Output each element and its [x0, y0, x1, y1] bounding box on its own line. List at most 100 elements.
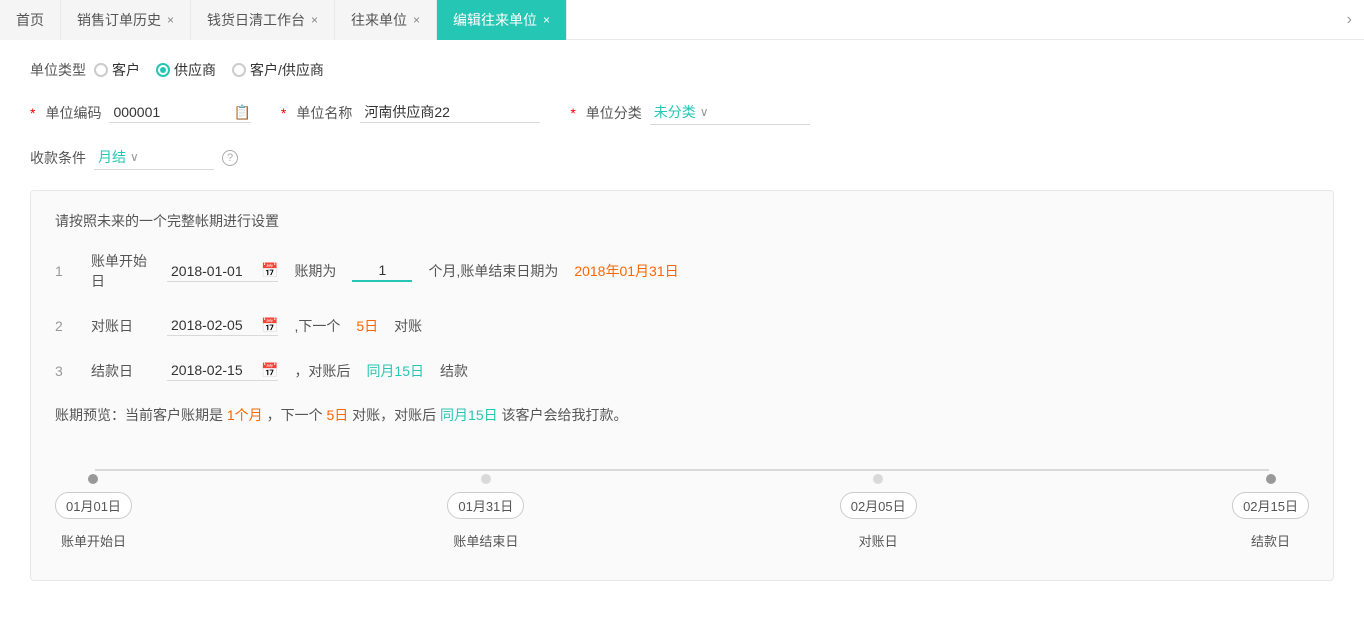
unit-name-item: * 单位名称 [281, 102, 540, 123]
step-2-calendar-icon[interactable]: 📅 [261, 317, 278, 334]
unit-code-calendar-icon[interactable]: 📋 [233, 104, 250, 121]
step-2-desc-prefix: ,下一个 [294, 316, 340, 336]
unit-cat-item: * 单位分类 未分类 ∨ [570, 100, 809, 125]
step-3-date-wrapper: 📅 [167, 360, 278, 381]
unit-code-input-wrapper: 📋 [109, 102, 250, 123]
step-2-desc-highlight: 5日 [356, 316, 378, 336]
step-1-period-input[interactable] [352, 260, 412, 282]
close-sales-tab-icon[interactable]: × [167, 13, 174, 27]
preview-mid2: 对账，对账后 [352, 407, 436, 423]
step-1-calendar-icon[interactable]: 📅 [261, 262, 278, 279]
unit-type-row: 单位类型 客户 供应商 客户/供应商 [30, 60, 1334, 80]
unit-cat-star: * [570, 105, 575, 121]
timeline-label-1: 账单结束日 [453, 531, 518, 550]
help-icon[interactable]: ? [222, 150, 238, 166]
timeline-label-2: 对账日 [859, 531, 898, 550]
payment-arrow-icon: ∨ [130, 150, 139, 164]
preview-highlight2: 5日 [326, 407, 348, 423]
step-2-desc-suffix: 对账 [394, 316, 422, 336]
step-1-num: 1 [55, 263, 75, 279]
unit-code-item: * 单位编码 📋 [30, 102, 251, 123]
payment-select[interactable]: 月结 ∨ [94, 145, 214, 170]
tab-home[interactable]: 首页 [0, 0, 61, 40]
tabs-bar: 首页 销售订单历史 × 钱货日清工作台 × 往来单位 × 编辑往来单位 × › [0, 0, 1364, 40]
step-2-num: 2 [55, 318, 75, 334]
unit-cat-value: 未分类 [654, 102, 696, 122]
timeline-label-3: 结款日 [1251, 531, 1290, 550]
step-2-row: 2 对账日 📅 ,下一个 5日 对账 [55, 315, 1309, 336]
tab-edit-label: 编辑往来单位 [453, 10, 537, 30]
unit-name-star: * [281, 105, 286, 121]
step-3-label: 结款日 [91, 361, 151, 381]
step-2-date-input[interactable] [167, 315, 257, 335]
unit-name-input[interactable] [360, 102, 540, 123]
unit-name-label: 单位名称 [296, 103, 352, 123]
tab-edit-partner[interactable]: 编辑往来单位 × [437, 0, 567, 40]
unit-type-item: 单位类型 客户 供应商 客户/供应商 [30, 60, 324, 80]
radio-both-circle [232, 63, 246, 77]
preview-text: 账期预览：当前客户账期是 1个月 ，下一个 5日 对账，对账后 同月15日 该客… [55, 405, 1309, 425]
step-3-calendar-icon[interactable]: 📅 [261, 362, 278, 379]
unit-code-input[interactable] [109, 102, 229, 122]
payment-row: 收款条件 月结 ∨ ? [30, 145, 1334, 170]
payment-label: 收款条件 [30, 148, 86, 168]
step-3-desc-highlight: 同月15日 [366, 361, 424, 381]
preview-highlight3: 同月15日 [440, 407, 498, 423]
step-1-date-input[interactable] [167, 261, 257, 281]
payment-value: 月结 [98, 147, 126, 167]
close-edit-tab-icon[interactable]: × [543, 13, 550, 27]
radio-supplier-circle [156, 63, 170, 77]
unit-type-label: 单位类型 [30, 60, 86, 80]
timeline-points: 01月01日 账单开始日 01月31日 账单结束日 02月05日 对账日 02月… [55, 459, 1309, 550]
timeline-label-0: 账单开始日 [61, 531, 126, 550]
timeline-badge-2: 02月05日 [840, 492, 917, 519]
tab-sales-order-history[interactable]: 销售订单历史 × [61, 0, 191, 40]
preview-suffix: 该客户会给我打款。 [502, 407, 628, 423]
close-cashflow-tab-icon[interactable]: × [311, 13, 318, 27]
timeline-dot-1 [481, 474, 491, 484]
tab-cashflow[interactable]: 钱货日清工作台 × [191, 0, 335, 40]
tab-scroll-arrow[interactable]: › [1335, 11, 1364, 29]
radio-both[interactable]: 客户/供应商 [232, 60, 324, 80]
timeline-end-dot [1266, 474, 1276, 484]
tab-cashflow-label: 钱货日清工作台 [207, 10, 305, 30]
radio-supplier[interactable]: 供应商 [156, 60, 216, 80]
step-3-num: 3 [55, 363, 75, 379]
timeline-badge-0: 01月01日 [55, 492, 132, 519]
unit-cat-arrow-icon: ∨ [700, 105, 709, 119]
timeline-badge-1: 01月31日 [447, 492, 524, 519]
timeline-start-dot [88, 474, 98, 484]
step-1-row: 1 账单开始日 📅 账期为 个月,账单结束日期为 2018年01月31日 [55, 251, 1309, 291]
step-3-desc-prefix: ，对账后 [294, 361, 350, 381]
radio-supplier-label: 供应商 [174, 60, 216, 80]
unit-type-radio-group: 客户 供应商 客户/供应商 [94, 60, 324, 80]
tab-sales-label: 销售订单历史 [77, 10, 161, 30]
tab-home-label: 首页 [16, 10, 44, 30]
step-1-date-wrapper: 📅 [167, 261, 278, 282]
preview-prefix: 账期预览：当前客户账期是 [55, 407, 223, 423]
step-3-row: 3 结款日 📅 ，对账后 同月15日 结款 [55, 360, 1309, 381]
settings-section: 请按照未来的一个完整帐期进行设置 1 账单开始日 📅 账期为 个月,账单结束日期… [30, 190, 1334, 581]
tab-partner-units[interactable]: 往来单位 × [335, 0, 437, 40]
radio-customer[interactable]: 客户 [94, 60, 140, 80]
timeline-point-2: 02月05日 对账日 [840, 459, 917, 550]
timeline-point-1: 01月31日 账单结束日 [447, 459, 524, 550]
radio-customer-label: 客户 [112, 60, 140, 80]
step-1-period-end: 2018年01月31日 [574, 261, 678, 281]
section-instruction: 请按照未来的一个完整帐期进行设置 [55, 211, 1309, 231]
preview-mid1: ，下一个 [267, 407, 323, 423]
timeline-container: 01月01日 账单开始日 01月31日 账单结束日 02月05日 对账日 02月… [55, 449, 1309, 560]
step-3-desc-suffix: 结款 [440, 361, 468, 381]
step-3-date-input[interactable] [167, 360, 257, 380]
close-partner-tab-icon[interactable]: × [413, 13, 420, 27]
timeline-point-end: 02月15日 结款日 [1232, 459, 1309, 550]
preview-highlight1: 1个月 [227, 407, 263, 423]
step-1-period-suffix: 个月,账单结束日期为 [428, 261, 558, 281]
unit-info-row: * 单位编码 📋 * 单位名称 * 单位分类 未分类 ∨ [30, 100, 1334, 125]
unit-cat-select[interactable]: 未分类 ∨ [650, 100, 810, 125]
radio-customer-circle [94, 63, 108, 77]
unit-code-star: * [30, 105, 35, 121]
step-1-label: 账单开始日 [91, 251, 151, 291]
timeline-badge-3: 02月15日 [1232, 492, 1309, 519]
unit-cat-label: 单位分类 [586, 103, 642, 123]
